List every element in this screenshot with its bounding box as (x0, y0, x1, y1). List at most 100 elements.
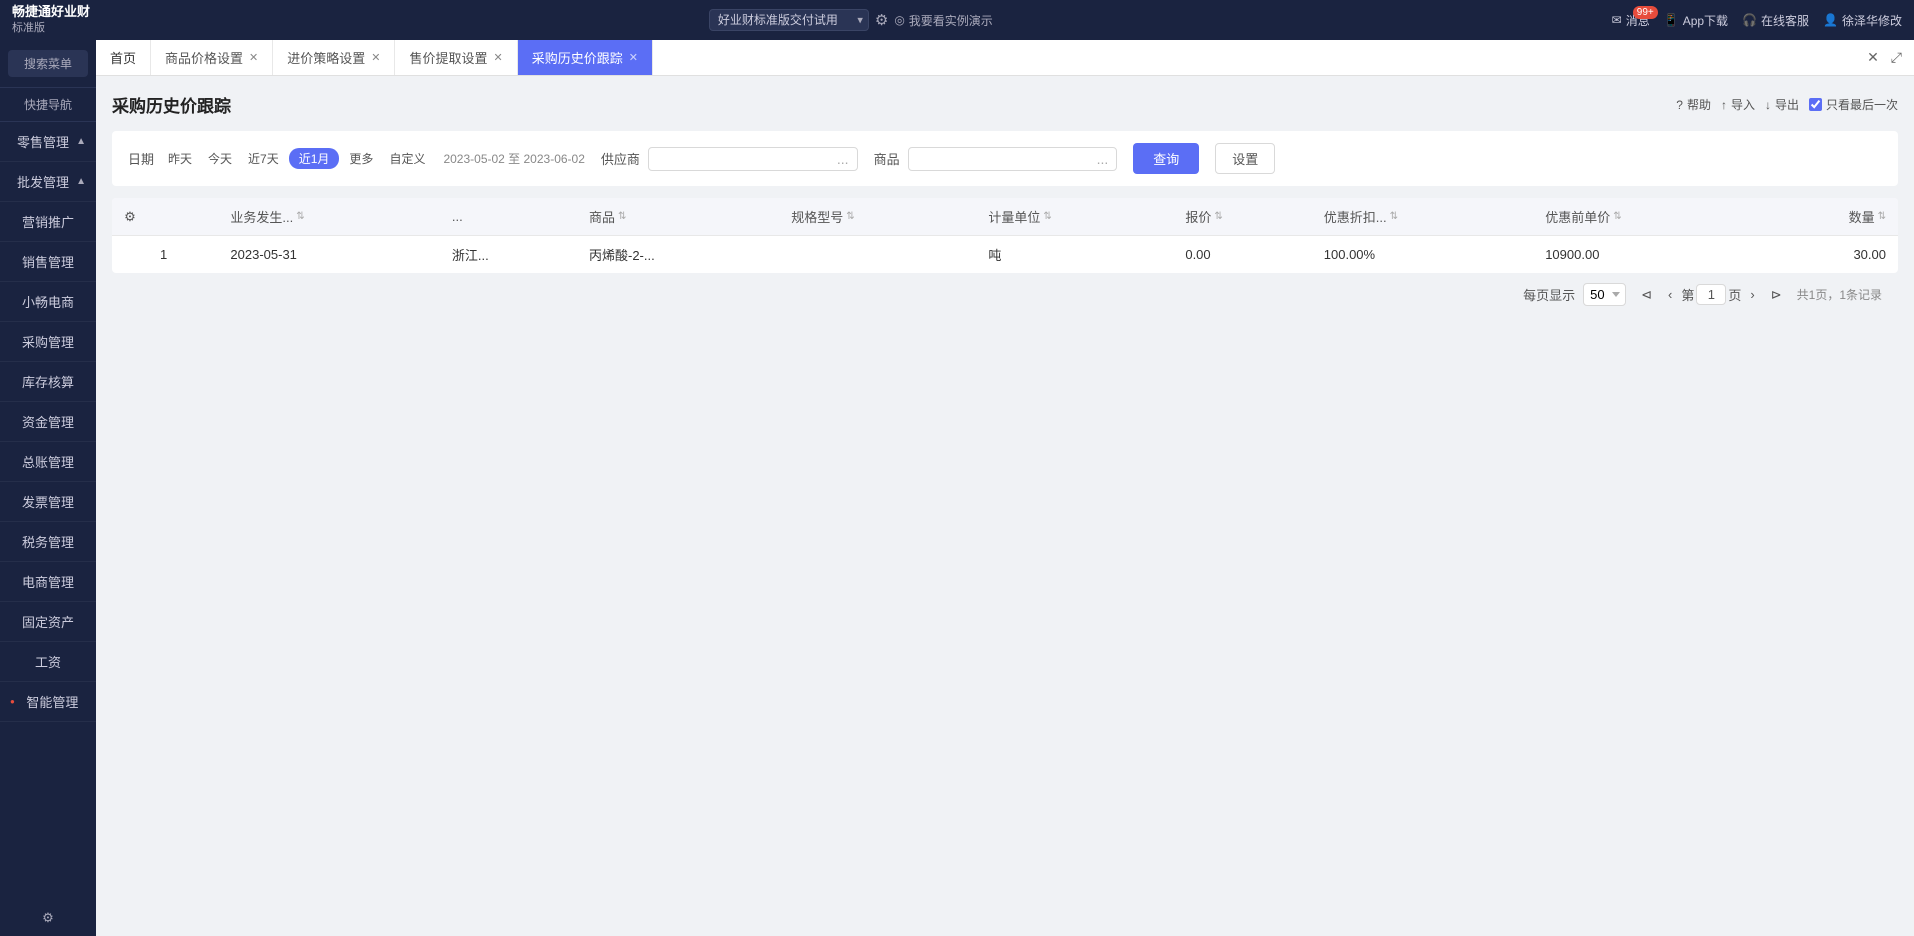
product-input-wrap[interactable]: ... (908, 147, 1118, 171)
col-product-sort[interactable]: 商品 ⇅ (589, 207, 626, 226)
sidebar-item-ecom[interactable]: 电商管理 (0, 562, 96, 602)
page-total-info: 共1页，1条记录 (1797, 286, 1882, 303)
supplier-dots[interactable]: ... (837, 151, 849, 167)
col-pre-discount-sort[interactable]: 优惠前单价 ⇅ (1545, 207, 1621, 226)
row-quantity: 30.00 (1760, 236, 1898, 274)
export-button[interactable]: ↓ 导出 (1765, 96, 1799, 113)
table-header-row: ⚙ 业务发生... ⇅ ... 商品 (112, 198, 1898, 236)
sidebar-item-sales[interactable]: 销售管理 (0, 242, 96, 282)
col-biz-date-header[interactable]: 业务发生... ⇅ (218, 198, 439, 236)
only-last-checkbox[interactable]: 只看最后一次 (1809, 96, 1898, 113)
page-next-button[interactable]: › (1743, 284, 1761, 305)
col-biz-date-label: 业务发生... (230, 207, 293, 226)
page-first-button[interactable]: ⊲ (1634, 284, 1659, 306)
topbar-gear-button[interactable]: ⚙ (875, 11, 888, 29)
filter-settings-button[interactable]: 设置 (1215, 143, 1275, 174)
service-label: 在线客服 (1761, 12, 1809, 29)
date-btn-more[interactable]: 更多 (343, 148, 379, 169)
col-gear-header[interactable]: ⚙ (112, 198, 148, 236)
col-quote-sort[interactable]: 报价 ⇅ (1185, 207, 1222, 226)
col-quote-header[interactable]: 报价 ⇅ (1173, 198, 1311, 236)
date-btn-last7[interactable]: 近7天 (242, 148, 285, 169)
sidebar-item-retail[interactable]: 零售管理 ▲ (0, 122, 96, 162)
sort-icon-discount: ⇅ (1390, 211, 1398, 222)
service-item[interactable]: 🎧 在线客服 (1742, 12, 1809, 29)
date-btn-last1month[interactable]: 近1月 (289, 148, 340, 169)
page-prev-button[interactable]: ‹ (1661, 284, 1679, 305)
tab-price[interactable]: 商品价格设置 ✕ (151, 40, 273, 75)
tab-history-price-close[interactable]: ✕ (629, 51, 638, 64)
col-spec-sort[interactable]: 规格型号 ⇅ (791, 207, 854, 226)
tab-sale-price-close[interactable]: ✕ (494, 51, 503, 64)
tab-expand-button[interactable]: ⤢ (1887, 47, 1906, 68)
page-unit: 页 (1728, 285, 1741, 304)
sidebar-item-assets[interactable]: 固定资产 (0, 602, 96, 642)
tab-history-price[interactable]: 采购历史价跟踪 ✕ (518, 40, 653, 75)
col-quote-label: 报价 (1185, 207, 1211, 226)
col-spec-header[interactable]: 规格型号 ⇅ (779, 198, 976, 236)
col-unit-header[interactable]: 计量单位 ⇅ (976, 198, 1173, 236)
table-head: ⚙ 业务发生... ⇅ ... 商品 (112, 198, 1898, 236)
tab-home[interactable]: 首页 (96, 40, 151, 75)
sidebar-quick-nav-button[interactable]: 快捷导航 (0, 88, 96, 122)
help-icon: ? (1676, 98, 1683, 112)
supplier-input-wrap[interactable]: ... (648, 147, 858, 171)
col-quantity-header[interactable]: 数量 ⇅ (1760, 198, 1898, 236)
tab-history-price-label: 采购历史价跟踪 (532, 48, 623, 67)
version-select[interactable]: 好业财标准版交付试用 (709, 9, 869, 31)
sidebar-item-purchase[interactable]: 采购管理 (0, 322, 96, 362)
demo-link[interactable]: ◎ 我要看实例演示 (894, 12, 993, 29)
sidebar-item-finance[interactable]: 资金管理 (0, 402, 96, 442)
col-dots-header[interactable]: ... (440, 198, 577, 236)
date-btn-custom[interactable]: 自定义 (383, 148, 431, 169)
app-download-label: App下载 (1683, 12, 1728, 29)
tab-price-label: 商品价格设置 (165, 48, 243, 67)
sidebar-item-wholesale[interactable]: 批发管理 ▲ (0, 162, 96, 202)
sidebar-item-ledger[interactable]: 总账管理 (0, 442, 96, 482)
row-unit: 吨 (976, 236, 1173, 274)
product-input[interactable] (917, 151, 1093, 166)
per-page-select[interactable]: 50 (1583, 283, 1626, 306)
date-btn-today[interactable]: 今天 (202, 148, 238, 169)
version-select-wrap[interactable]: 好业财标准版交付试用 (709, 9, 869, 31)
query-button[interactable]: 查询 (1133, 143, 1199, 174)
app-download-item[interactable]: 📱 App下载 (1664, 12, 1728, 29)
col-product-header[interactable]: 商品 ⇅ (577, 198, 779, 236)
date-btn-yesterday[interactable]: 昨天 (162, 148, 198, 169)
sidebar-gear-button[interactable]: ⚙ (0, 900, 96, 936)
sidebar-item-invoice[interactable]: 发票管理 (0, 482, 96, 522)
sidebar-item-tax[interactable]: 税务管理 (0, 522, 96, 562)
sidebar-search-button[interactable]: 搜索菜单 (8, 50, 88, 77)
only-last-input[interactable] (1809, 98, 1822, 111)
page-nav: ⊲ ‹ 第 1 页 › ⊳ (1634, 284, 1789, 306)
supplier-label: 供应商 (601, 149, 640, 168)
col-discount-header[interactable]: 优惠折扣... ⇅ (1312, 198, 1533, 236)
sidebar-item-ecom-small[interactable]: 小畅电商 (0, 282, 96, 322)
sidebar-item-inventory[interactable]: 库存核算 (0, 362, 96, 402)
import-button[interactable]: ↑ 导入 (1721, 96, 1755, 113)
tab-home-label: 首页 (110, 48, 136, 67)
col-biz-date-sort[interactable]: 业务发生... ⇅ (230, 207, 304, 226)
page-number[interactable]: 1 (1696, 284, 1726, 305)
col-unit-sort[interactable]: 计量单位 ⇅ (988, 207, 1051, 226)
sidebar-item-marketing[interactable]: 营销推广 (0, 202, 96, 242)
tab-strategy-close[interactable]: ✕ (371, 51, 380, 64)
col-pre-discount-header[interactable]: 优惠前单价 ⇅ (1533, 198, 1759, 236)
topbar-center: 好业财标准版交付试用 ⚙ ◎ 我要看实例演示 (709, 9, 993, 31)
tab-close-all-button[interactable]: ✕ (1863, 47, 1883, 68)
page-last-button[interactable]: ⊳ (1764, 284, 1789, 306)
message-item[interactable]: ✉ 消息 99+ (1612, 12, 1650, 29)
col-discount-sort[interactable]: 优惠折扣... ⇅ (1324, 207, 1398, 226)
tab-sale-price[interactable]: 售价提取设置 ✕ (395, 40, 517, 75)
supplier-input[interactable] (657, 151, 833, 166)
tab-price-close[interactable]: ✕ (249, 51, 258, 64)
col-quantity-sort[interactable]: 数量 ⇅ (1849, 207, 1886, 226)
tab-strategy[interactable]: 进价策略设置 ✕ (273, 40, 395, 75)
sidebar-item-payroll[interactable]: 工资 (0, 642, 96, 682)
help-button[interactable]: ? 帮助 (1676, 96, 1711, 113)
export-icon: ↓ (1765, 98, 1771, 112)
user-info[interactable]: 👤 徐泽华修改 (1823, 12, 1902, 29)
product-dots[interactable]: ... (1097, 151, 1109, 167)
col-product-label: 商品 (589, 207, 615, 226)
sidebar-item-smart[interactable]: 智能管理 (0, 682, 96, 722)
